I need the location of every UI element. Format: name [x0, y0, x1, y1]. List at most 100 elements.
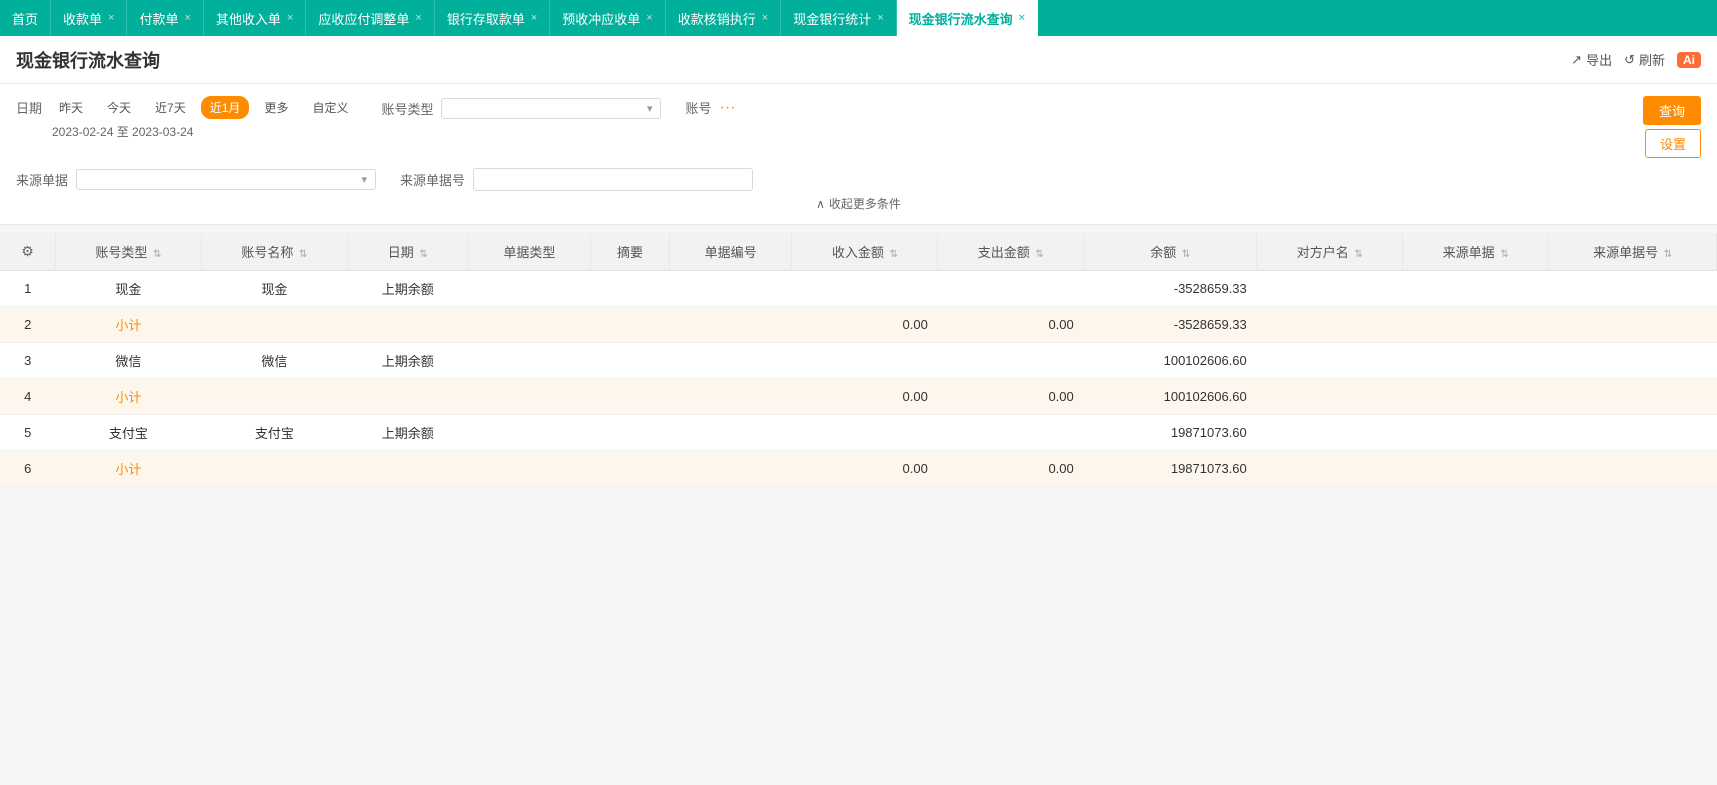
- table-body: 1现金现金上期余额-3528659.332小计0.000.00-3528659.…: [0, 271, 1717, 487]
- col-account-name[interactable]: 账号名称 ⇅: [201, 233, 347, 271]
- close-flow-query-icon[interactable]: ×: [1019, 12, 1025, 24]
- close-adjustment-icon[interactable]: ×: [415, 12, 421, 24]
- close-receipt-icon[interactable]: ×: [108, 12, 114, 24]
- nav-tab-payment[interactable]: 付款单 ×: [127, 0, 203, 36]
- nav-tab-other-income[interactable]: 其他收入单 ×: [204, 0, 306, 36]
- nav-tab-write-off[interactable]: 收款核销执行 ×: [666, 0, 781, 36]
- col-balance[interactable]: 余额 ⇅: [1084, 233, 1257, 271]
- sort-date-icon: ⇅: [419, 249, 427, 260]
- table-cell: [468, 379, 590, 415]
- account-type-filter-group: 账号类型 ▾: [381, 98, 661, 119]
- nav-tab-home[interactable]: 首页: [0, 0, 51, 36]
- date-btn-today[interactable]: 今天: [98, 96, 140, 119]
- page-header: 现金银行流水查询 ↗ 导出 ↺ 刷新 Ai: [0, 36, 1717, 84]
- col-account-type[interactable]: 账号类型 ⇅: [55, 233, 201, 271]
- table-cell: [792, 415, 938, 451]
- table-cell: [938, 271, 1084, 307]
- table-cell: [591, 415, 670, 451]
- col-doc-no: 单据编号: [669, 233, 791, 271]
- table-cell: [347, 307, 468, 343]
- source-doc-no-label: 来源单据号: [400, 170, 465, 189]
- col-expense[interactable]: 支出金额 ⇅: [938, 233, 1084, 271]
- nav-tab-write-off-label: 收款核销执行: [678, 9, 756, 28]
- nav-tab-receipt[interactable]: 收款单 ×: [51, 0, 127, 36]
- col-settings[interactable]: ⚙: [0, 233, 55, 271]
- table-cell: [591, 379, 670, 415]
- table-cell: [1549, 307, 1717, 343]
- nav-tab-bank-stats[interactable]: 现金银行统计 ×: [781, 0, 896, 36]
- col-source-doc-no[interactable]: 来源单据号 ⇅: [1549, 233, 1717, 271]
- source-doc-filter-group: 来源单据 ▾: [16, 169, 376, 190]
- table-cell: 1: [0, 271, 55, 307]
- ai-badge[interactable]: Ai: [1677, 52, 1701, 68]
- table-cell: [468, 343, 590, 379]
- nav-tab-receipt-label: 收款单: [63, 9, 102, 28]
- data-table: ⚙ 账号类型 ⇅ 账号名称 ⇅ 日期 ⇅ 单据类型 摘要: [0, 233, 1717, 487]
- col-summary: 摘要: [591, 233, 670, 271]
- date-btn-7days[interactable]: 近7天: [146, 96, 195, 119]
- table-cell: [669, 271, 791, 307]
- account-type-select[interactable]: ▾: [441, 98, 661, 119]
- filter-area: 日期 昨天 今天 近7天 近1月 更多 自定义 2023-02-24 至 202…: [0, 84, 1717, 225]
- account-dots-button[interactable]: ···: [719, 99, 735, 117]
- date-btn-1month[interactable]: 近1月: [201, 96, 250, 119]
- col-income[interactable]: 收入金额 ⇅: [792, 233, 938, 271]
- table-cell: [669, 343, 791, 379]
- source-doc-select[interactable]: ▾: [76, 169, 376, 190]
- table-cell: 小计: [55, 307, 201, 343]
- date-btn-more[interactable]: 更多: [255, 96, 297, 119]
- close-other-income-icon[interactable]: ×: [287, 12, 293, 24]
- table-cell: [1549, 271, 1717, 307]
- table-cell: [468, 271, 590, 307]
- nav-tab-prepayment[interactable]: 预收冲应收单 ×: [550, 0, 665, 36]
- account-type-label: 账号类型: [381, 99, 433, 118]
- date-filter-label: 日期: [16, 98, 42, 117]
- export-button[interactable]: ↗ 导出: [1571, 50, 1612, 69]
- close-bank-stats-icon[interactable]: ×: [877, 12, 883, 24]
- close-prepayment-icon[interactable]: ×: [646, 12, 652, 24]
- collapse-bar[interactable]: ∧ 收起更多条件: [16, 191, 1701, 212]
- table-cell: 上期余额: [347, 271, 468, 307]
- table-cell: [1403, 271, 1549, 307]
- table-cell: [201, 307, 347, 343]
- nav-tab-bank-stats-label: 现金银行统计: [793, 9, 871, 28]
- nav-tab-flow-query[interactable]: 现金银行流水查询 ×: [897, 0, 1038, 36]
- table-cell: 3: [0, 343, 55, 379]
- source-doc-no-input[interactable]: [473, 168, 753, 191]
- refresh-label: 刷新: [1639, 50, 1665, 69]
- table-cell: 微信: [55, 343, 201, 379]
- date-btn-yesterday[interactable]: 昨天: [50, 96, 92, 119]
- table-cell: [347, 451, 468, 487]
- settings-button[interactable]: 设置: [1645, 129, 1701, 158]
- table-cell: 支付宝: [55, 415, 201, 451]
- table-cell: [1257, 307, 1403, 343]
- date-filter-group: 日期 昨天 今天 近7天 近1月 更多 自定义 2023-02-24 至 202…: [16, 96, 357, 140]
- nav-tab-adjustment-label: 应收应付调整单: [318, 9, 409, 28]
- close-bank-deposit-icon[interactable]: ×: [531, 12, 537, 24]
- table-cell: [1549, 343, 1717, 379]
- query-button[interactable]: 查询: [1643, 96, 1701, 125]
- table-cell: [591, 451, 670, 487]
- table-cell: 上期余额: [347, 343, 468, 379]
- refresh-button[interactable]: ↺ 刷新: [1624, 50, 1665, 69]
- close-payment-icon[interactable]: ×: [184, 12, 190, 24]
- nav-tab-adjustment[interactable]: 应收应付调整单 ×: [306, 0, 434, 36]
- col-date[interactable]: 日期 ⇅: [347, 233, 468, 271]
- nav-tab-bank-deposit[interactable]: 银行存取款单 ×: [435, 0, 550, 36]
- col-counterpart[interactable]: 对方户名 ⇅: [1257, 233, 1403, 271]
- sort-source-doc-no-icon: ⇅: [1664, 249, 1672, 260]
- table-cell: 0.00: [938, 307, 1084, 343]
- sort-source-doc-icon: ⇅: [1500, 249, 1508, 260]
- table-cell: 支付宝: [201, 415, 347, 451]
- table-cell: [468, 451, 590, 487]
- table-cell: 100102606.60: [1084, 379, 1257, 415]
- table-cell: [1549, 415, 1717, 451]
- nav-tab-other-income-label: 其他收入单: [216, 9, 281, 28]
- table-cell: [591, 343, 670, 379]
- date-btn-custom[interactable]: 自定义: [303, 96, 357, 119]
- col-source-doc[interactable]: 来源单据 ⇅: [1403, 233, 1549, 271]
- sort-account-name-icon: ⇅: [299, 249, 307, 260]
- table-cell: 0.00: [792, 379, 938, 415]
- table-cell: [1549, 451, 1717, 487]
- close-write-off-icon[interactable]: ×: [762, 12, 768, 24]
